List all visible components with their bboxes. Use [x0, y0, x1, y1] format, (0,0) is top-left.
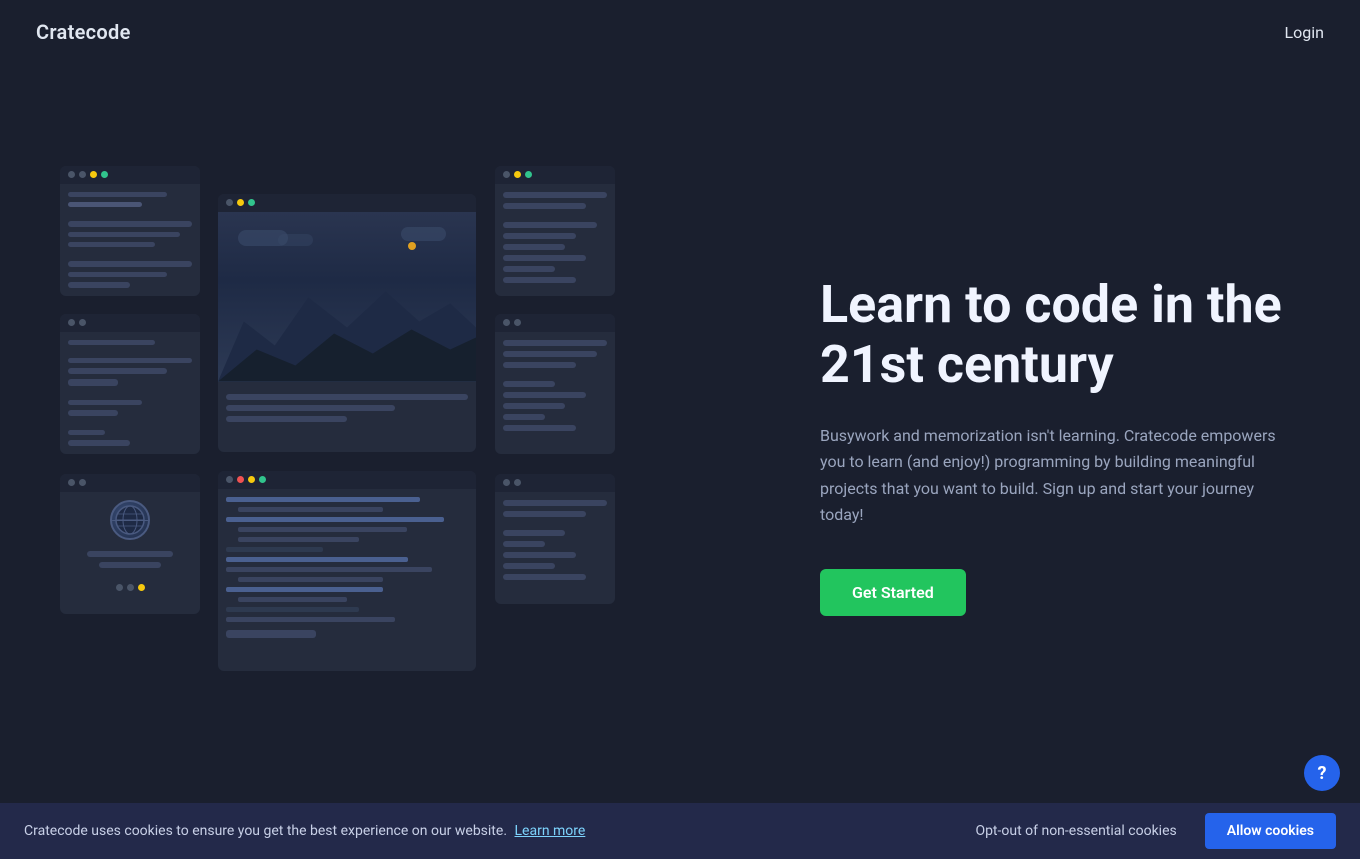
- hero-title: Learn to code in the 21st century: [820, 275, 1300, 395]
- login-button[interactable]: Login: [1285, 23, 1324, 42]
- mockup-center-top: [218, 194, 476, 452]
- mockup-bot-left: [60, 474, 200, 614]
- mockup-mid-right: [495, 314, 615, 454]
- mountain-scene: [218, 212, 476, 382]
- mockups-area: [60, 166, 700, 726]
- cookie-optout-button[interactable]: Opt-out of non-essential cookies: [959, 823, 1192, 839]
- help-button[interactable]: ?: [1304, 755, 1340, 791]
- mockup-top-right: [495, 166, 615, 296]
- mockup-top-left: [60, 166, 200, 296]
- cookie-banner: Cratecode uses cookies to ensure you get…: [0, 803, 1360, 859]
- main-content: Learn to code in the 21st century Busywo…: [0, 64, 1360, 787]
- site-logo: Cratecode: [36, 20, 131, 44]
- cookie-learn-more-link[interactable]: Learn more: [515, 823, 586, 839]
- get-started-button[interactable]: Get Started: [820, 569, 966, 616]
- globe-icon: [110, 500, 150, 540]
- hero-section: Learn to code in the 21st century Busywo…: [780, 275, 1300, 615]
- cookie-allow-button[interactable]: Allow cookies: [1205, 813, 1336, 849]
- cookie-message: Cratecode uses cookies to ensure you get…: [24, 823, 947, 839]
- hero-description: Busywork and memorization isn't learning…: [820, 423, 1300, 529]
- navbar: Cratecode Login: [0, 0, 1360, 64]
- mockup-mid-left: [60, 314, 200, 454]
- mockup-center-bot: [218, 471, 476, 671]
- mockup-bot-right: [495, 474, 615, 604]
